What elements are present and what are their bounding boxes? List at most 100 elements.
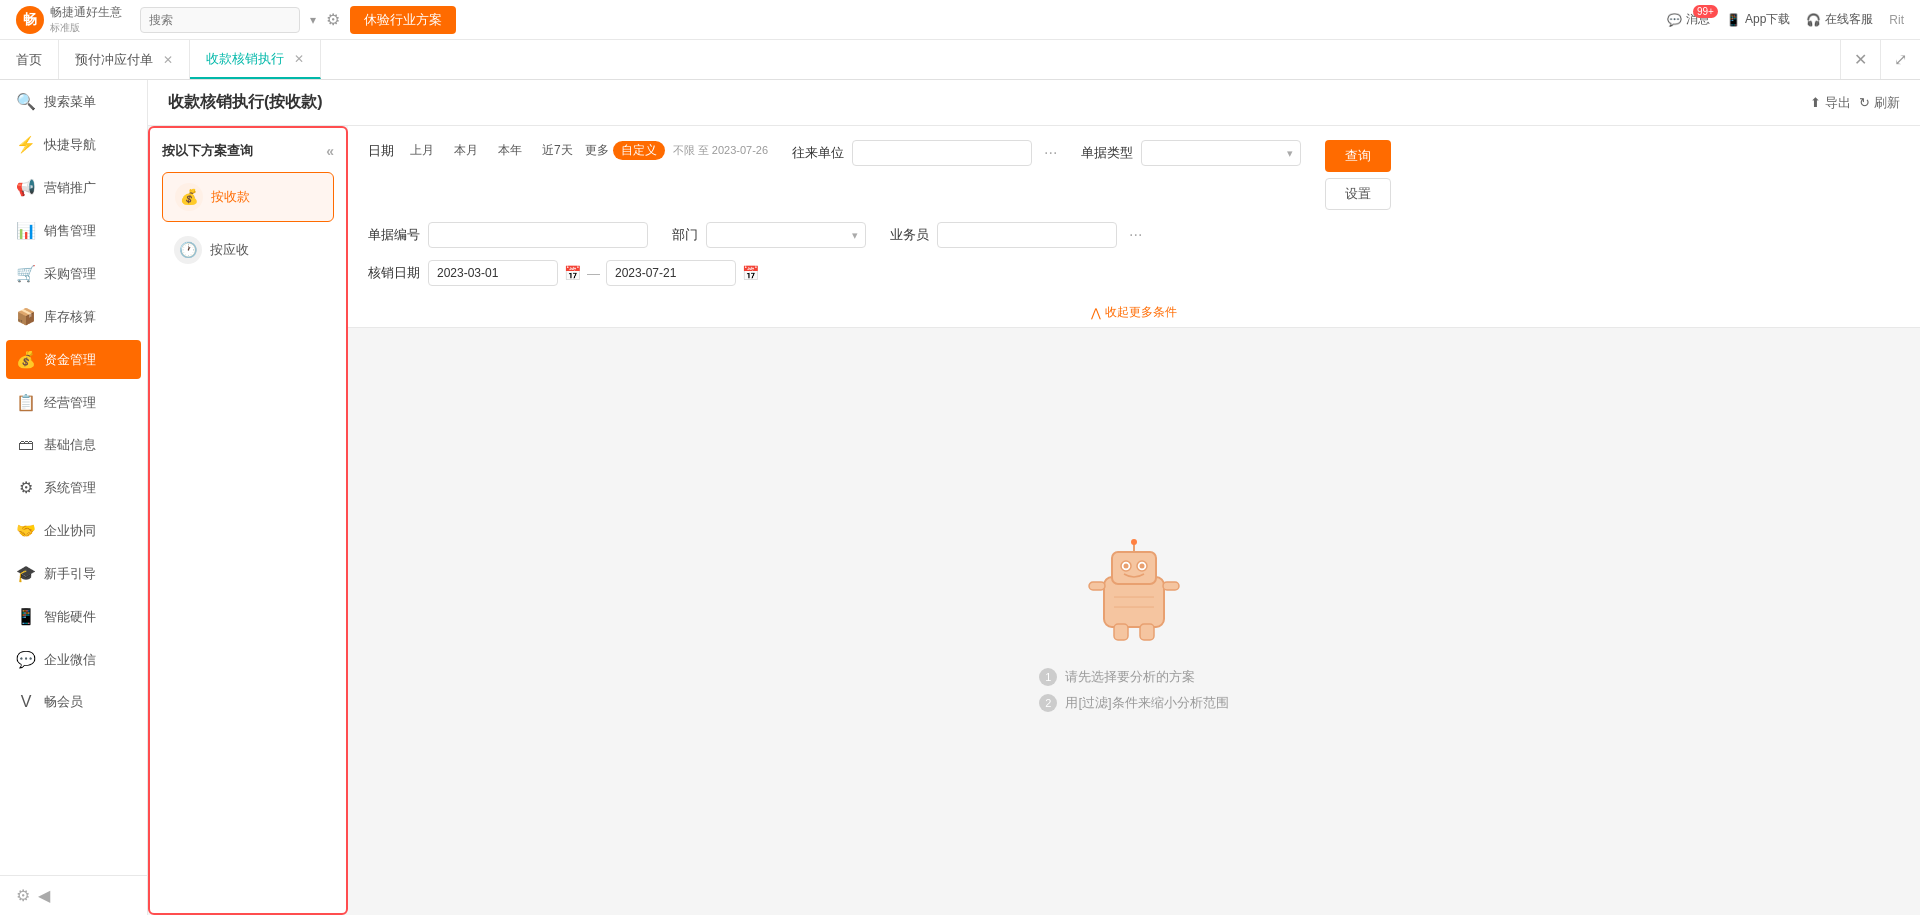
date-field: 日期 上月 本月 本年 近7天 更多 自定义 不限 至 2023-07-26 <box>368 140 768 161</box>
sidebar-item-guide[interactable]: 🎓 新手引导 <box>0 552 147 595</box>
counterpart-input[interactable] <box>852 140 1032 166</box>
hint-num-1: 1 <box>1039 668 1057 686</box>
database-icon: 🗃 <box>16 436 36 454</box>
date-last-7days-btn[interactable]: 近7天 <box>534 140 581 161</box>
search-icon: 🔍 <box>16 92 36 111</box>
sidebar-item-inventory[interactable]: 📦 库存核算 <box>0 295 147 338</box>
clipboard-icon: 📋 <box>16 393 36 412</box>
staff-label: 业务员 <box>890 226 929 244</box>
verify-date-range: 📅 — 📅 <box>428 260 759 286</box>
dropdown-arrow-icon[interactable]: ▾ <box>310 13 316 27</box>
sidebar-item-enterprise[interactable]: 🤝 企业协同 <box>0 509 147 552</box>
filter-row-3: 核销日期 📅 — 📅 <box>368 260 1900 286</box>
svg-point-5 <box>1140 563 1145 568</box>
solution-button[interactable]: 休验行业方案 <box>350 6 456 34</box>
settings-button[interactable]: 设置 <box>1325 178 1391 210</box>
sidebar-item-system[interactable]: ⚙ 系统管理 <box>0 466 147 509</box>
date-sep: — <box>587 266 600 281</box>
counterpart-dots[interactable]: ··· <box>1044 144 1057 162</box>
sidebar-settings-icon[interactable]: ⚙ <box>16 886 30 905</box>
brand-info: 畅捷通好生意 标准版 <box>50 4 122 35</box>
date-last-month-btn[interactable]: 上月 <box>402 140 442 161</box>
sidebar-item-purchase[interactable]: 🛒 采购管理 <box>0 252 147 295</box>
sidebar-item-search[interactable]: 🔍 搜索菜单 <box>0 80 147 123</box>
online-service-item[interactable]: 🎧 在线客服 <box>1806 11 1873 28</box>
calendar-end-icon[interactable]: 📅 <box>742 265 759 281</box>
expand-tabs-button[interactable]: ⤢ <box>1880 40 1920 79</box>
page-header: 收款核销执行(按收款) ⬆ 导出 ↻ 刷新 <box>148 80 1920 126</box>
dept-label: 部门 <box>672 226 698 244</box>
close-all-tabs-button[interactable]: ✕ <box>1840 40 1880 79</box>
tab-prepay-label: 预付冲应付单 <box>75 51 153 69</box>
message-item[interactable]: 💬 消息 99+ <box>1667 11 1710 28</box>
doc-number-field: 单据编号 <box>368 222 648 248</box>
verify-date-end-input[interactable] <box>606 260 736 286</box>
tab-home[interactable]: 首页 <box>0 40 59 79</box>
date-this-month-btn[interactable]: 本月 <box>446 140 486 161</box>
sidebar-item-sales[interactable]: 📊 销售管理 <box>0 209 147 252</box>
search-input[interactable] <box>140 7 300 33</box>
export-icon: ⬆ <box>1810 95 1821 110</box>
app-download-label: App下载 <box>1745 11 1790 28</box>
sidebar-collapse-icon[interactable]: ◀ <box>38 886 50 905</box>
sidebar-item-quick-nav[interactable]: ⚡ 快捷导航 <box>0 123 147 166</box>
hint-text-2: 用[过滤]条件来缩小分析范围 <box>1065 694 1228 712</box>
sidebar-item-hardware-label: 智能硬件 <box>44 608 96 626</box>
sidebar-item-management[interactable]: 📋 经营管理 <box>0 381 147 424</box>
refresh-label: 刷新 <box>1874 94 1900 112</box>
message-icon: 💬 <box>1667 13 1682 27</box>
verify-date-start-input[interactable] <box>428 260 558 286</box>
tab-collection[interactable]: 收款核销执行 ✕ <box>190 40 321 79</box>
staff-dots[interactable]: ··· <box>1129 226 1142 244</box>
date-this-year-btn[interactable]: 本年 <box>490 140 530 161</box>
filter-option-by-receipt[interactable]: 💰 按收款 <box>162 172 334 222</box>
doc-number-input[interactable] <box>428 222 648 248</box>
tab-collection-label: 收款核销执行 <box>206 50 284 68</box>
page-header-actions: ⬆ 导出 ↻ 刷新 <box>1810 94 1900 124</box>
empty-illustration <box>1074 532 1194 652</box>
refresh-button[interactable]: ↻ 刷新 <box>1859 94 1900 112</box>
app-download-item[interactable]: 📱 App下载 <box>1726 11 1790 28</box>
calendar-start-icon[interactable]: 📅 <box>564 265 581 281</box>
sidebar-item-finance[interactable]: 💰 资金管理 <box>6 340 141 379</box>
brand-name: 畅捷通好生意 <box>50 4 122 21</box>
tab-prepay-close-icon[interactable]: ✕ <box>163 53 173 67</box>
svg-rect-9 <box>1163 582 1179 590</box>
doc-type-label: 单据类型 <box>1081 144 1133 162</box>
dept-select[interactable] <box>706 222 866 248</box>
sidebar-item-guide-label: 新手引导 <box>44 565 96 583</box>
cart-icon: 🛒 <box>16 264 36 283</box>
filter-option-by-receivable[interactable]: 🕐 按应收 <box>162 226 334 274</box>
doc-type-select[interactable] <box>1141 140 1301 166</box>
collapse-more-btn[interactable]: ⋀ 收起更多条件 <box>368 298 1900 327</box>
sidebar-item-weixin[interactable]: 💬 企业微信 <box>0 638 147 681</box>
sidebar-item-hardware[interactable]: 📱 智能硬件 <box>0 595 147 638</box>
filter-right-content: 日期 上月 本月 本年 近7天 更多 自定义 不限 至 2023-07-26 <box>348 126 1920 915</box>
user-name[interactable]: Rit <box>1889 13 1904 27</box>
collapse-more-label: 收起更多条件 <box>1105 304 1177 321</box>
date-label: 日期 <box>368 142 394 160</box>
svg-rect-1 <box>1112 552 1156 584</box>
sidebar-item-marketing[interactable]: 📢 营销推广 <box>0 166 147 209</box>
date-range-text: 不限 至 2023-07-26 <box>673 143 768 158</box>
vip-icon: V <box>16 693 36 711</box>
settings-icon[interactable]: ⚙ <box>326 10 340 29</box>
date-custom-btn[interactable]: 自定义 <box>613 141 665 160</box>
left-panel-collapse-icon[interactable]: « <box>326 143 334 159</box>
handshake-icon: 🤝 <box>16 521 36 540</box>
sidebar-item-basic-info[interactable]: 🗃 基础信息 <box>0 424 147 466</box>
query-button[interactable]: 查询 <box>1325 140 1391 172</box>
tab-prepay[interactable]: 预付冲应付单 ✕ <box>59 40 190 79</box>
sidebar-item-purchase-label: 采购管理 <box>44 265 96 283</box>
filter-row-1: 日期 上月 本月 本年 近7天 更多 自定义 不限 至 2023-07-26 <box>368 140 1900 210</box>
export-button[interactable]: ⬆ 导出 <box>1810 94 1851 112</box>
date-more-btn[interactable]: 更多 <box>585 142 609 159</box>
service-label: 在线客服 <box>1825 11 1873 28</box>
tab-collection-close-icon[interactable]: ✕ <box>294 52 304 66</box>
megaphone-icon: 📢 <box>16 178 36 197</box>
sidebar-item-marketing-label: 营销推广 <box>44 179 96 197</box>
topbar-right: 💬 消息 99+ 📱 App下载 🎧 在线客服 Rit <box>1667 11 1904 28</box>
sidebar-item-vip[interactable]: V 畅会员 <box>0 681 147 723</box>
staff-input[interactable] <box>937 222 1117 248</box>
filter-area: 日期 上月 本月 本年 近7天 更多 自定义 不限 至 2023-07-26 <box>348 126 1920 328</box>
